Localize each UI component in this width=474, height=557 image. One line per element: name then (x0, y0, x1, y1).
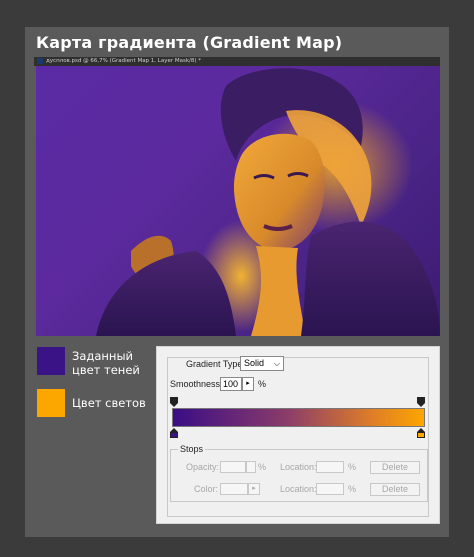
color-location-label: Location: (280, 484, 317, 494)
color-location-input[interactable] (316, 483, 344, 495)
chevron-right-icon: ▸ (246, 380, 250, 387)
canvas-image (36, 66, 440, 336)
opacity-stop-right[interactable] (417, 397, 425, 407)
delete-color-stop-button[interactable]: Delete (370, 483, 420, 496)
opacity-location-input[interactable] (316, 461, 344, 473)
chevron-down-icon: ⌵ (273, 359, 280, 368)
stop-color-swatch[interactable] (220, 483, 248, 495)
stop-pointer-icon (170, 403, 178, 407)
document-tab[interactable]: дусплов.psd @ 66,7% (Gradient Map 1, Lay… (34, 57, 440, 66)
gradient-type-value: Solid (244, 358, 265, 368)
opacity-stepper[interactable] (246, 461, 256, 473)
shadow-color-swatch (37, 347, 65, 375)
opacity-label: Opacity: (186, 462, 220, 472)
portrait-illustration (96, 68, 440, 336)
smoothness-unit: % (258, 379, 267, 389)
delete-opacity-stop-button[interactable]: Delete (370, 461, 420, 474)
opacity-location-label: Location: (280, 462, 317, 472)
opacity-location-unit: % (348, 462, 357, 472)
gradient-preview-bar[interactable] (172, 408, 425, 427)
opacity-stop-left[interactable] (170, 397, 178, 407)
color-label: Color: (194, 484, 219, 494)
color-stop-box (170, 432, 178, 438)
page-title: Карта градиента (Gradient Map) (36, 33, 343, 52)
highlight-color-swatch (37, 389, 65, 417)
stop-color-picker[interactable]: ▸ (248, 483, 260, 495)
color-stop-left[interactable] (170, 428, 178, 438)
photoshop-icon (37, 58, 43, 64)
color-location-unit: % (348, 484, 357, 494)
stops-title: Stops (178, 444, 206, 454)
chevron-right-icon: ▸ (252, 485, 256, 492)
smoothness-input[interactable]: 100 (220, 377, 242, 391)
opacity-input[interactable] (220, 461, 246, 473)
document-tab-title: дусплов.psd @ 66,7% (Gradient Map 1, Lay… (46, 58, 202, 64)
color-stop-right[interactable] (417, 428, 425, 438)
smoothness-stepper[interactable]: ▸ (242, 377, 254, 391)
gradient-type-select[interactable]: Solid ⌵ (240, 356, 284, 371)
opacity-unit: % (258, 462, 267, 472)
gradient-type-label: Gradient Type: (184, 359, 247, 369)
stop-pointer-icon (417, 403, 425, 407)
shadow-color-label: Заданный цвет теней (72, 349, 140, 377)
color-stop-box (417, 432, 425, 438)
highlight-color-label: Цвет светов (72, 396, 146, 410)
smoothness-label: Smoothness: (170, 379, 223, 389)
